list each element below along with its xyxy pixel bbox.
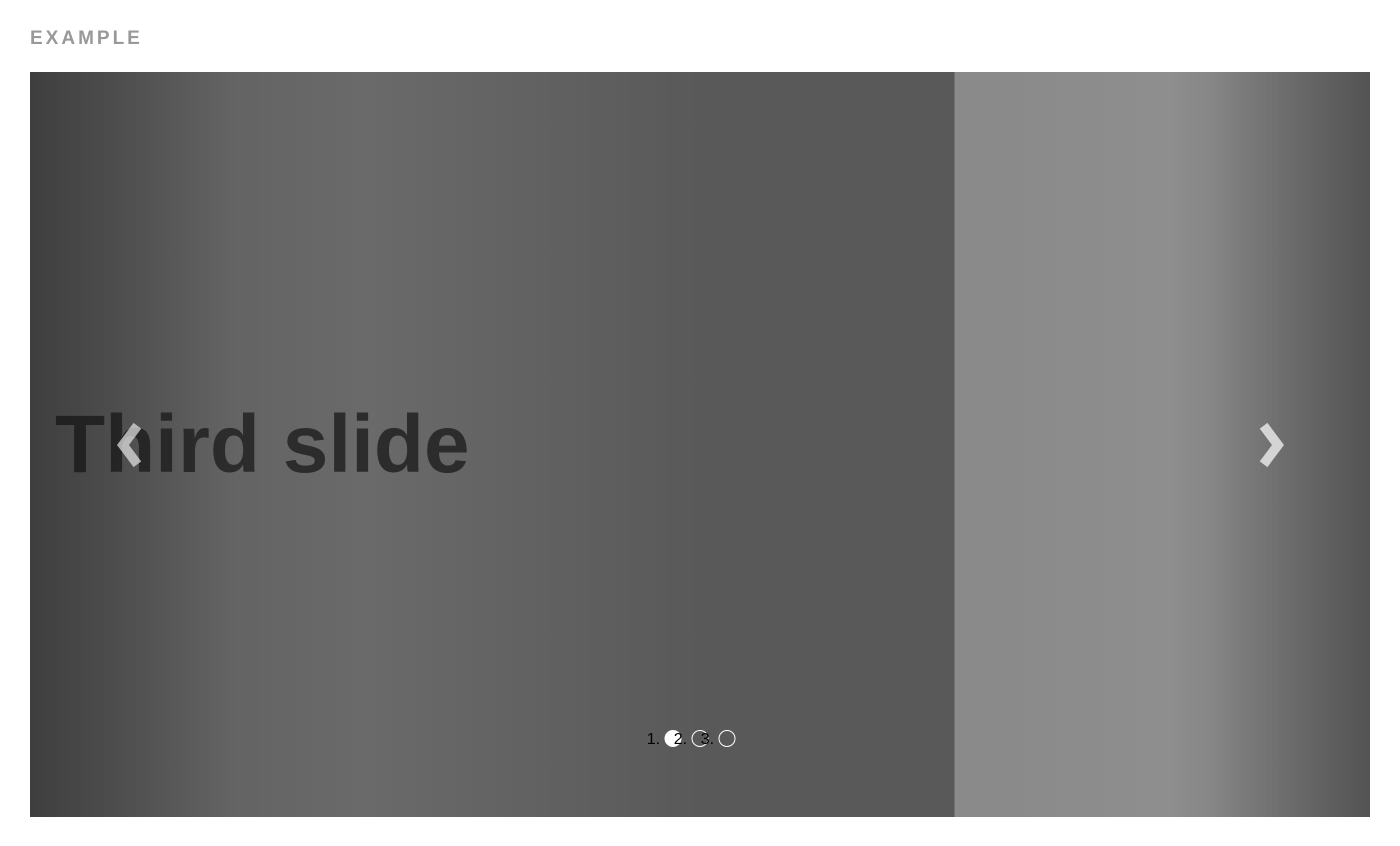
carousel-prev-button[interactable]	[30, 72, 231, 817]
section-title: EXAMPLE	[0, 0, 1400, 72]
carousel-next-button[interactable]	[1169, 72, 1370, 817]
carousel-indicator-3[interactable]	[719, 730, 736, 747]
carousel: Third slide	[30, 72, 1370, 817]
carousel-indicators	[665, 730, 736, 747]
chevron-right-icon	[1254, 421, 1286, 469]
chevron-left-icon	[115, 421, 147, 469]
